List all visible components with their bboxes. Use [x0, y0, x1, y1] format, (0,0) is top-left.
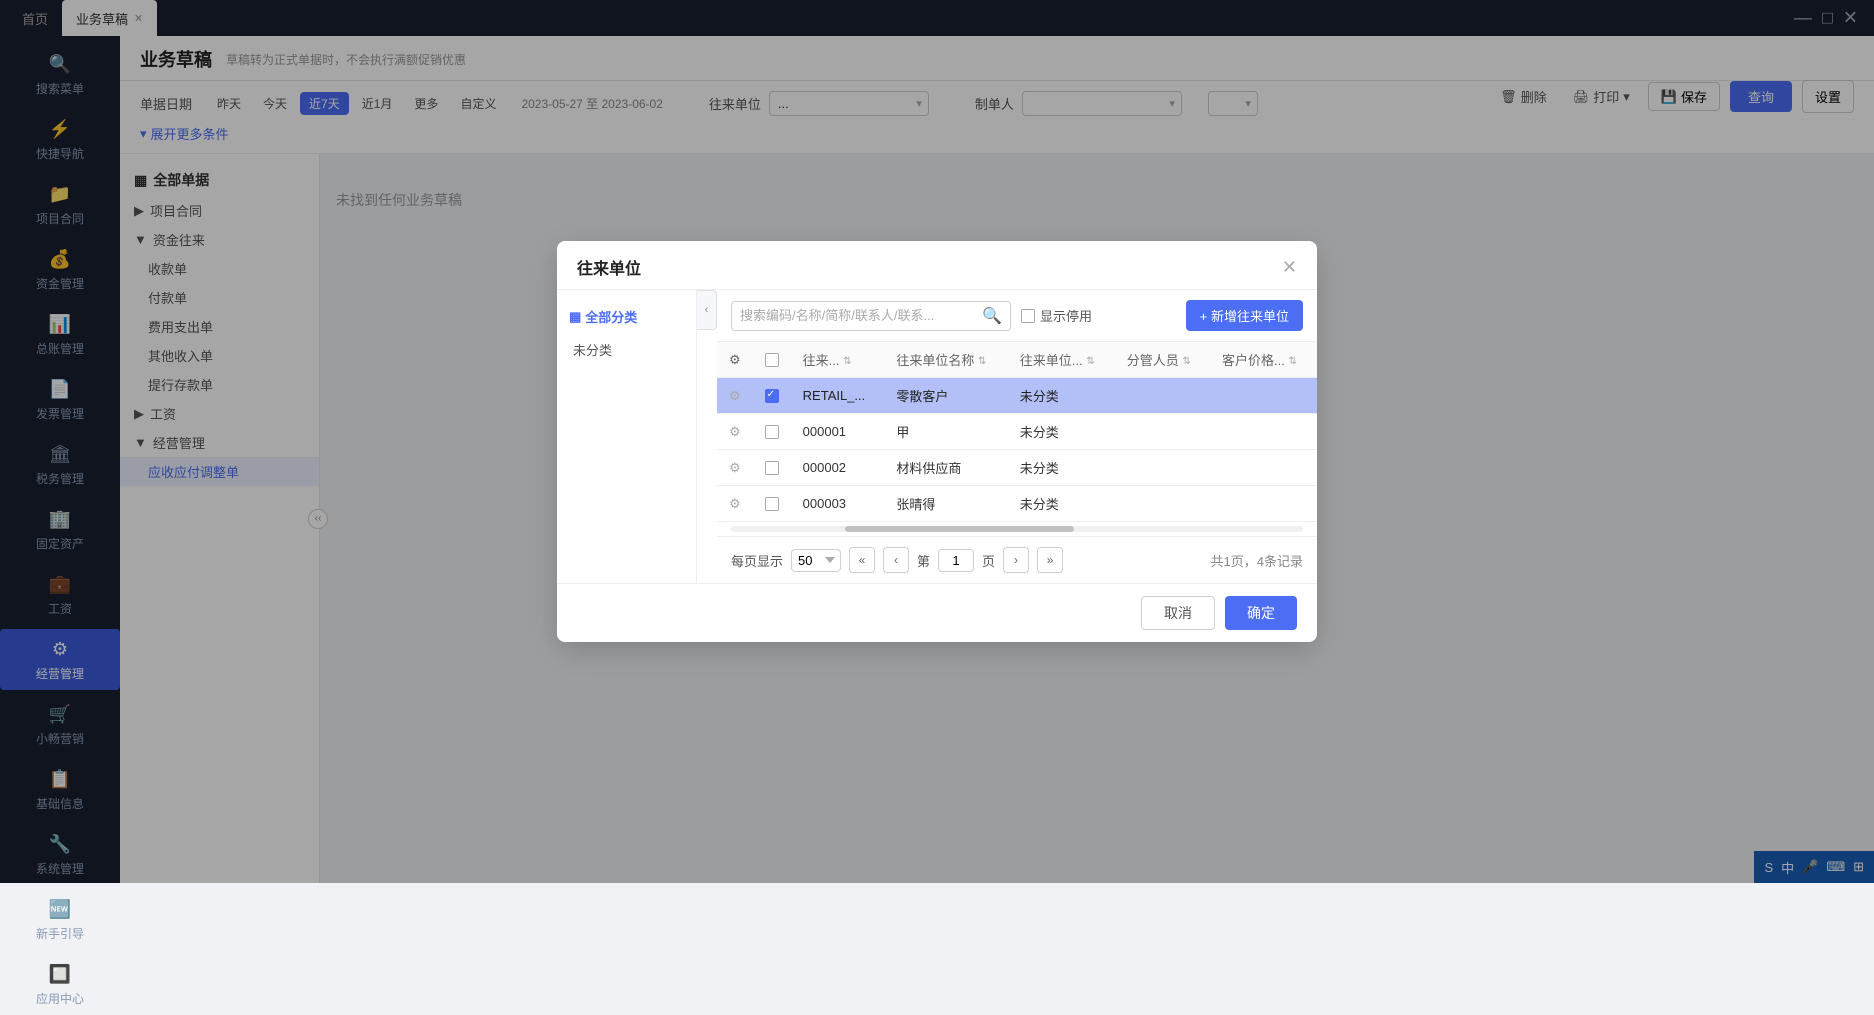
page-input[interactable] — [938, 549, 974, 572]
row-code: 000003 — [791, 486, 885, 522]
category-col-header[interactable]: 往来单位... ⇅ — [1008, 342, 1115, 378]
row-settings[interactable]: ⚙ — [717, 378, 753, 414]
price-col-header[interactable]: 客户价格... ⇅ — [1210, 342, 1317, 378]
prev-page-button[interactable]: ‹ — [883, 547, 909, 573]
dialog-overlay: 往来单位 ✕ ▦ 全部分类 未分类 ‹ 🔍 — [0, 0, 1874, 883]
row-price-level — [1210, 378, 1317, 414]
code-col-header[interactable]: 往来... ⇅ — [791, 342, 885, 378]
sort-icon-name: ⇅ — [978, 356, 986, 367]
add-party-button[interactable]: + 新增往来单位 — [1186, 300, 1303, 331]
row-price-level — [1210, 414, 1317, 450]
dialog-body: ▦ 全部分类 未分类 ‹ 🔍 显示停用 — [557, 290, 1317, 583]
collapse-dialog-left-button[interactable]: ‹ — [697, 290, 717, 330]
row-checkbox[interactable] — [753, 378, 791, 414]
dialog-left-panel: ▦ 全部分类 未分类 — [557, 290, 697, 583]
first-page-button[interactable]: « — [849, 547, 875, 573]
row-code: RETAIL_... — [791, 378, 885, 414]
row-category: 未分类 — [1008, 378, 1115, 414]
dialog-table-row[interactable]: ⚙ 000002 材料供应商 未分类 — [717, 450, 1317, 486]
row-checkbox-ctrl[interactable] — [765, 497, 779, 511]
row-category: 未分类 — [1008, 450, 1115, 486]
show-disabled-checkbox[interactable]: 显示停用 — [1021, 306, 1092, 325]
dialog-search-input[interactable] — [740, 308, 976, 323]
dialog-table-row[interactable]: ⚙ 000001 甲 未分类 — [717, 414, 1317, 450]
dialog-title: 往来单位 — [577, 255, 641, 279]
page-prefix: 第 — [917, 551, 930, 570]
all-category-item[interactable]: ▦ 全部分类 — [557, 300, 696, 333]
row-manager — [1115, 414, 1210, 450]
dialog-scrollbar-thumb[interactable] — [845, 526, 1074, 532]
cancel-button[interactable]: 取消 — [1141, 596, 1215, 630]
per-page-select[interactable]: 50 10 20 100 — [791, 549, 841, 572]
sort-icon-code: ⇅ — [843, 356, 851, 367]
row-checkbox-ctrl[interactable] — [765, 425, 779, 439]
row-name: 张晴得 — [884, 486, 1007, 522]
row-name: 材料供应商 — [884, 450, 1007, 486]
sidebar-item-guide[interactable]: 🆕 新手引导 — [0, 889, 120, 950]
search-icon2: 🔍 — [982, 306, 1002, 326]
row-checkbox-ctrl[interactable] — [765, 389, 779, 403]
page-suffix: 页 — [982, 551, 995, 570]
next-page-button[interactable]: › — [1003, 547, 1029, 573]
dialog-right-panel: 🔍 显示停用 + 新增往来单位 ⚙ — [717, 290, 1317, 583]
total-label: 共1页，4条记录 — [1211, 551, 1303, 570]
partner-dialog: 往来单位 ✕ ▦ 全部分类 未分类 ‹ 🔍 — [557, 241, 1317, 642]
row-price-level — [1210, 450, 1317, 486]
row-manager — [1115, 486, 1210, 522]
row-settings[interactable]: ⚙ — [717, 450, 753, 486]
row-manager — [1115, 450, 1210, 486]
row-name: 甲 — [884, 414, 1007, 450]
dialog-footer: 取消 确定 — [557, 583, 1317, 642]
manager-col-header[interactable]: 分管人员 ⇅ — [1115, 342, 1210, 378]
dialog-pagination: 每页显示 50 10 20 100 « ‹ 第 页 › » 共1页，4条记录 — [717, 536, 1317, 583]
sort-icon-cat: ⇅ — [1086, 356, 1094, 367]
unclassified-category-item[interactable]: 未分类 — [557, 333, 696, 366]
row-checkbox[interactable] — [753, 486, 791, 522]
row-code: 000002 — [791, 450, 885, 486]
row-checkbox-ctrl[interactable] — [765, 461, 779, 475]
checkbox-col-header[interactable] — [753, 342, 791, 378]
row-category: 未分类 — [1008, 486, 1115, 522]
dialog-table: ⚙ 往来... ⇅ 往来单位名称 ⇅ — [717, 342, 1317, 522]
dialog-search-box[interactable]: 🔍 — [731, 301, 1011, 331]
row-manager — [1115, 378, 1210, 414]
row-code: 000001 — [791, 414, 885, 450]
grid-icon2: ▦ — [569, 309, 581, 325]
row-name: 零散客户 — [884, 378, 1007, 414]
dialog-close-button[interactable]: ✕ — [1282, 258, 1297, 276]
sort-icon-price: ⇅ — [1288, 356, 1296, 367]
guide-icon: 🆕 — [49, 899, 71, 920]
disabled-checkbox[interactable] — [1021, 309, 1035, 323]
last-page-button[interactable]: » — [1037, 547, 1063, 573]
row-price-level — [1210, 486, 1317, 522]
row-category: 未分类 — [1008, 414, 1115, 450]
settings-col-header[interactable]: ⚙ — [717, 342, 753, 378]
apps-icon: 🔲 — [49, 964, 71, 985]
confirm-button[interactable]: 确定 — [1225, 596, 1297, 630]
sidebar-item-apps[interactable]: 🔲 应用中心 — [0, 954, 120, 1015]
dialog-header: 往来单位 ✕ — [557, 241, 1317, 290]
dialog-toolbar: 🔍 显示停用 + 新增往来单位 — [717, 290, 1317, 342]
dialog-table-row[interactable]: ⚙ 000003 张晴得 未分类 — [717, 486, 1317, 522]
dialog-table-row[interactable]: ⚙ RETAIL_... 零散客户 未分类 — [717, 378, 1317, 414]
header-checkbox[interactable] — [765, 353, 779, 367]
name-col-header[interactable]: 往来单位名称 ⇅ — [884, 342, 1007, 378]
dialog-table-wrap: ⚙ 往来... ⇅ 往来单位名称 ⇅ — [717, 342, 1317, 522]
dialog-scrollbar[interactable] — [731, 526, 1303, 532]
row-checkbox[interactable] — [753, 450, 791, 486]
dialog-table-header: ⚙ 往来... ⇅ 往来单位名称 ⇅ — [717, 342, 1317, 378]
row-checkbox[interactable] — [753, 414, 791, 450]
sort-icon-mgr: ⇅ — [1182, 356, 1190, 367]
row-settings[interactable]: ⚙ — [717, 414, 753, 450]
row-settings[interactable]: ⚙ — [717, 486, 753, 522]
